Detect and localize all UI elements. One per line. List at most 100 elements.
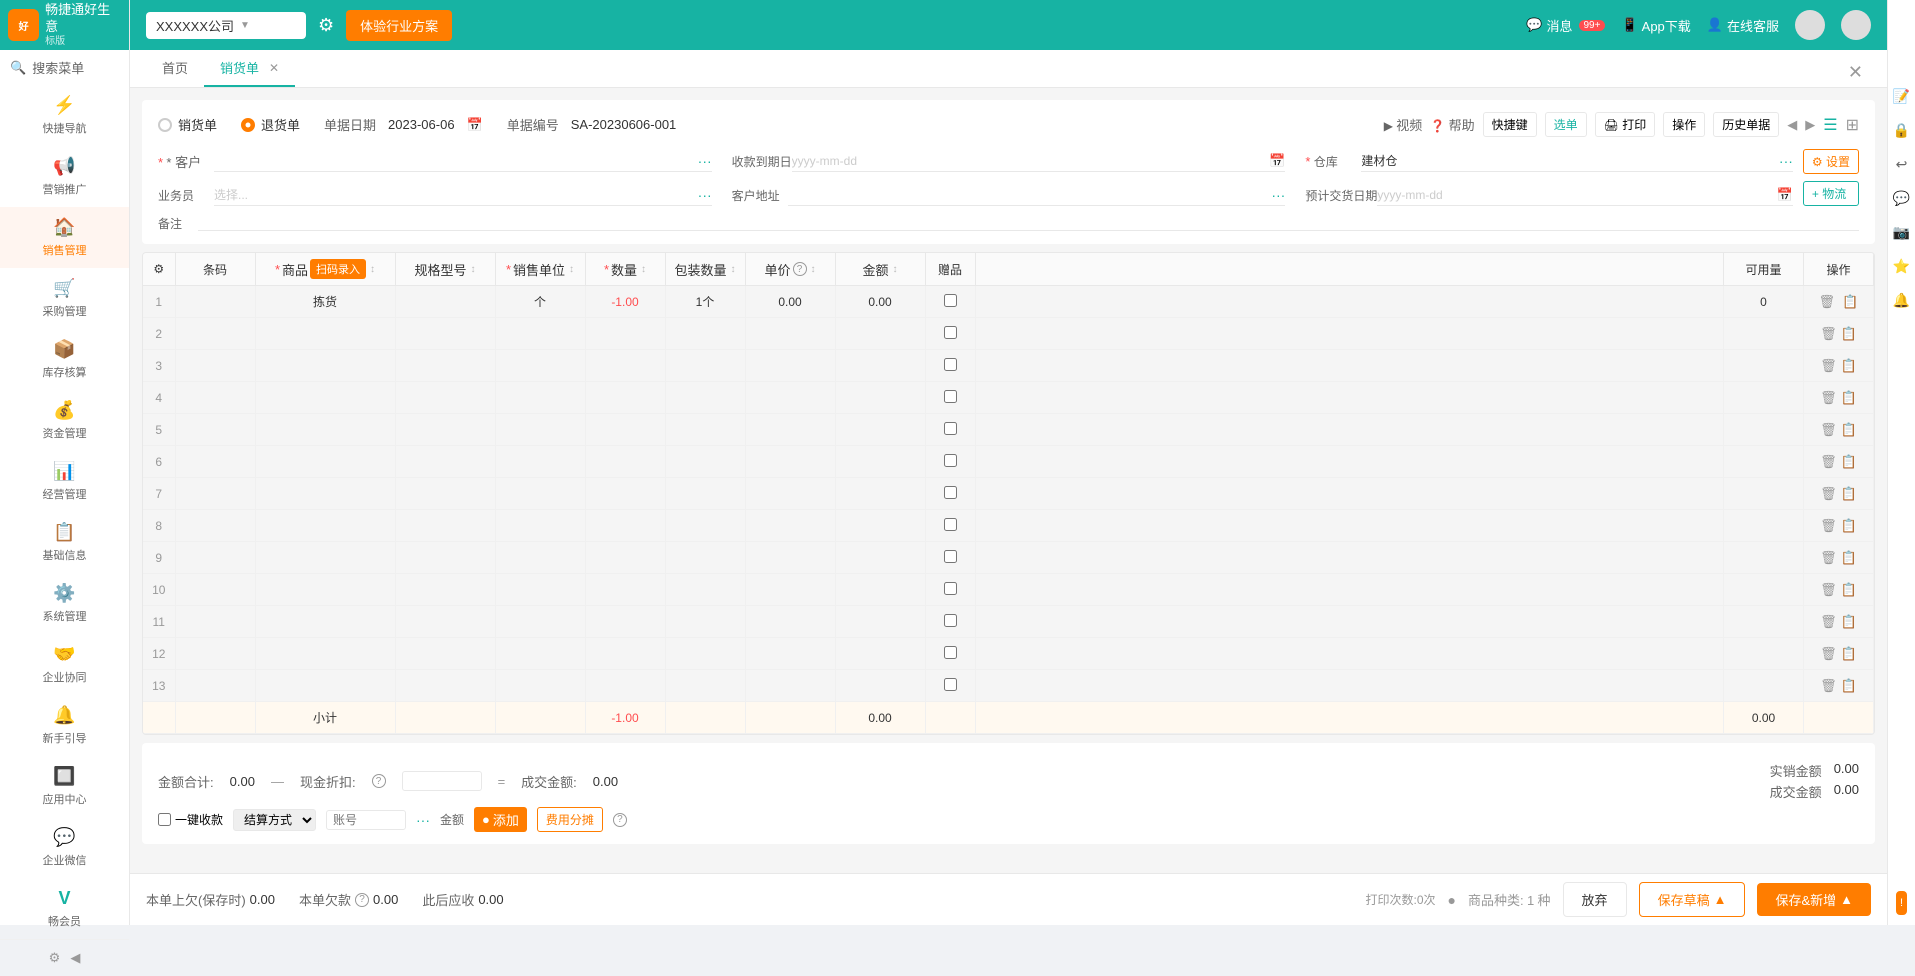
search-menu[interactable]: 🔍 搜索菜单 (0, 50, 129, 85)
delete-icon[interactable]: 🗑 (1820, 678, 1837, 693)
copy-icon[interactable]: 📋 (1841, 390, 1857, 405)
addr-dots[interactable]: ··· (1271, 187, 1285, 203)
cell-unit-price[interactable]: 0.00 (745, 286, 835, 318)
sidebar-item-vip[interactable]: V 畅会员 (0, 878, 129, 939)
sidebar-item-shortcuts[interactable]: ⚡ 快捷导航 (0, 85, 129, 146)
delete-icon[interactable]: 🗑 (1820, 518, 1837, 533)
message-btn[interactable]: 💬 消息 99+ (1526, 16, 1605, 35)
delete-icon[interactable]: 🗑 (1820, 422, 1837, 437)
warehouse-dots[interactable]: ··· (1779, 153, 1793, 169)
delete-icon[interactable]: 🗑 (1820, 614, 1837, 629)
note-input[interactable] (198, 216, 1859, 231)
rp-icon-chat[interactable]: 💬 (1889, 182, 1915, 214)
add-payment-btn[interactable]: ● 添加 (474, 807, 527, 832)
history-btn[interactable]: 历史单据 (1713, 112, 1779, 137)
gift-checkbox[interactable] (944, 550, 957, 563)
scan-barcode-btn[interactable]: 扫码录入 (310, 259, 366, 279)
view-grid-icon[interactable]: ⊞ (1846, 115, 1859, 135)
cell-barcode[interactable] (175, 286, 255, 318)
sidebar-item-system[interactable]: ⚙️ 系统管理 (0, 573, 129, 634)
online-service-btn[interactable]: 👤 在线客服 (1707, 16, 1779, 35)
cell-gift[interactable] (925, 286, 975, 318)
gift-checkbox[interactable] (944, 646, 957, 659)
delivery-date-input[interactable] (1377, 188, 1776, 202)
copy-icon[interactable]: 📋 (1841, 518, 1857, 533)
delete-icon[interactable]: 🗑 (1820, 390, 1837, 405)
delete-icon[interactable]: 🗑 (1820, 358, 1837, 373)
salesperson-input[interactable] (214, 188, 694, 202)
tab-sales-order[interactable]: 销货单 ✕ (204, 50, 295, 87)
payment-calendar-icon[interactable]: 📅 (1269, 153, 1285, 169)
radio-sales-order[interactable]: 销货单 (158, 115, 217, 134)
nav-prev-icon[interactable]: ◀ (1787, 117, 1797, 133)
logistics-button[interactable]: + 物流 (1803, 181, 1859, 206)
warehouse-input[interactable] (1361, 154, 1775, 168)
rp-icon-star[interactable]: ⭐ (1889, 250, 1915, 282)
copy-icon[interactable]: 📋 (1841, 422, 1857, 437)
select-btn[interactable]: 选单 (1545, 112, 1587, 137)
gift-checkbox[interactable] (944, 294, 957, 307)
rp-icon-bell[interactable]: 🔔 (1889, 284, 1915, 316)
copy-icon[interactable]: 📋 (1841, 326, 1857, 341)
trial-btn[interactable]: 体验行业方案 (346, 10, 452, 41)
sidebar-item-management[interactable]: 📊 经营管理 (0, 451, 129, 512)
sidebar-item-basic-info[interactable]: 📋 基础信息 (0, 512, 129, 573)
rp-icon-return[interactable]: ↩ (1889, 148, 1915, 180)
gift-checkbox[interactable] (944, 422, 957, 435)
copy-icon[interactable]: 📋 (1841, 358, 1857, 373)
delete-icon[interactable]: 🗑 (1820, 486, 1837, 501)
tab-close-page-icon[interactable]: ✕ (1848, 62, 1863, 83)
copy-icon[interactable]: 📋 (1841, 454, 1857, 469)
help-btn[interactable]: ❓ 帮助 (1430, 115, 1474, 134)
delete-icon[interactable]: 🗑 (1820, 550, 1837, 565)
delete-icon[interactable]: 🗑 (1820, 646, 1837, 661)
radio-return-order[interactable]: 退货单 (241, 115, 300, 134)
sidebar-item-purchase[interactable]: 🛒 采购管理 (0, 268, 129, 329)
nav-next-icon[interactable]: ▶ (1805, 117, 1815, 133)
rp-orange-btn[interactable]: ! (1896, 891, 1907, 915)
cell-amount[interactable]: 0.00 (835, 286, 925, 318)
sidebar-item-collab[interactable]: 🤝 企业协同 (0, 634, 129, 695)
unit-price-info-icon[interactable]: ? (793, 262, 807, 276)
expense-info-icon[interactable]: ? (613, 813, 627, 827)
rp-icon-lock[interactable]: 🔒 (1889, 114, 1915, 146)
gift-checkbox[interactable] (944, 614, 957, 627)
shortcut-btn[interactable]: 快捷键 (1483, 112, 1537, 137)
settings-button[interactable]: ⚙ 设置 (1803, 149, 1859, 174)
cell-pack-qty[interactable]: 1个 (665, 286, 745, 318)
customer-dots[interactable]: ··· (698, 153, 712, 169)
expense-split-btn[interactable]: 费用分摊 (537, 807, 603, 832)
delete-icon[interactable]: 🗑 (1818, 294, 1835, 309)
rp-bottom-icon[interactable]: ! (1896, 891, 1907, 915)
sidebar-item-marketing[interactable]: 📢 营销推广 (0, 146, 129, 207)
customer-input[interactable] (214, 154, 694, 168)
gift-checkbox[interactable] (944, 486, 957, 499)
copy-icon[interactable]: 📋 (1841, 678, 1857, 693)
cash-discount-input[interactable] (402, 771, 482, 791)
copy-icon[interactable]: 📋 (1841, 646, 1857, 661)
cell-spec[interactable] (395, 286, 495, 318)
save-new-btn[interactable]: 保存&新增 ▲ (1757, 883, 1871, 916)
rp-icon-edit[interactable]: 📝 (1889, 80, 1915, 112)
save-draft-btn[interactable]: 保存草稿 ▲ (1639, 882, 1746, 917)
one-click-checkbox[interactable] (158, 813, 171, 826)
cash-discount-info-icon[interactable]: ? (372, 774, 386, 788)
cell-note[interactable] (975, 286, 1724, 318)
sidebar-item-sales[interactable]: 🏠 销售管理 (0, 207, 129, 268)
rp-icon-camera[interactable]: 📷 (1889, 216, 1915, 248)
sidebar-item-wechat[interactable]: 💬 企业微信 (0, 817, 129, 878)
abandon-btn[interactable]: 放弃 (1563, 882, 1627, 917)
tab-close-icon[interactable]: ✕ (269, 61, 279, 75)
sidebar-settings-icon[interactable]: ⚙ (49, 950, 61, 966)
view-list-icon[interactable]: ☰ (1823, 115, 1837, 135)
salesperson-dots[interactable]: ··· (698, 187, 712, 203)
copy-icon[interactable]: 📋 (1841, 614, 1857, 629)
delete-icon[interactable]: 🗑 (1820, 454, 1837, 469)
video-btn[interactable]: ▶ 视频 (1384, 115, 1423, 134)
app-download-btn[interactable]: 📱 App下载 (1621, 16, 1690, 35)
copy-icon[interactable]: 📋 (1841, 486, 1857, 501)
copy-icon[interactable]: 📋 (1842, 294, 1858, 309)
user-avatar[interactable] (1795, 10, 1825, 40)
cell-qty[interactable]: -1.00 (585, 286, 665, 318)
payment-date-input[interactable] (792, 154, 1269, 168)
